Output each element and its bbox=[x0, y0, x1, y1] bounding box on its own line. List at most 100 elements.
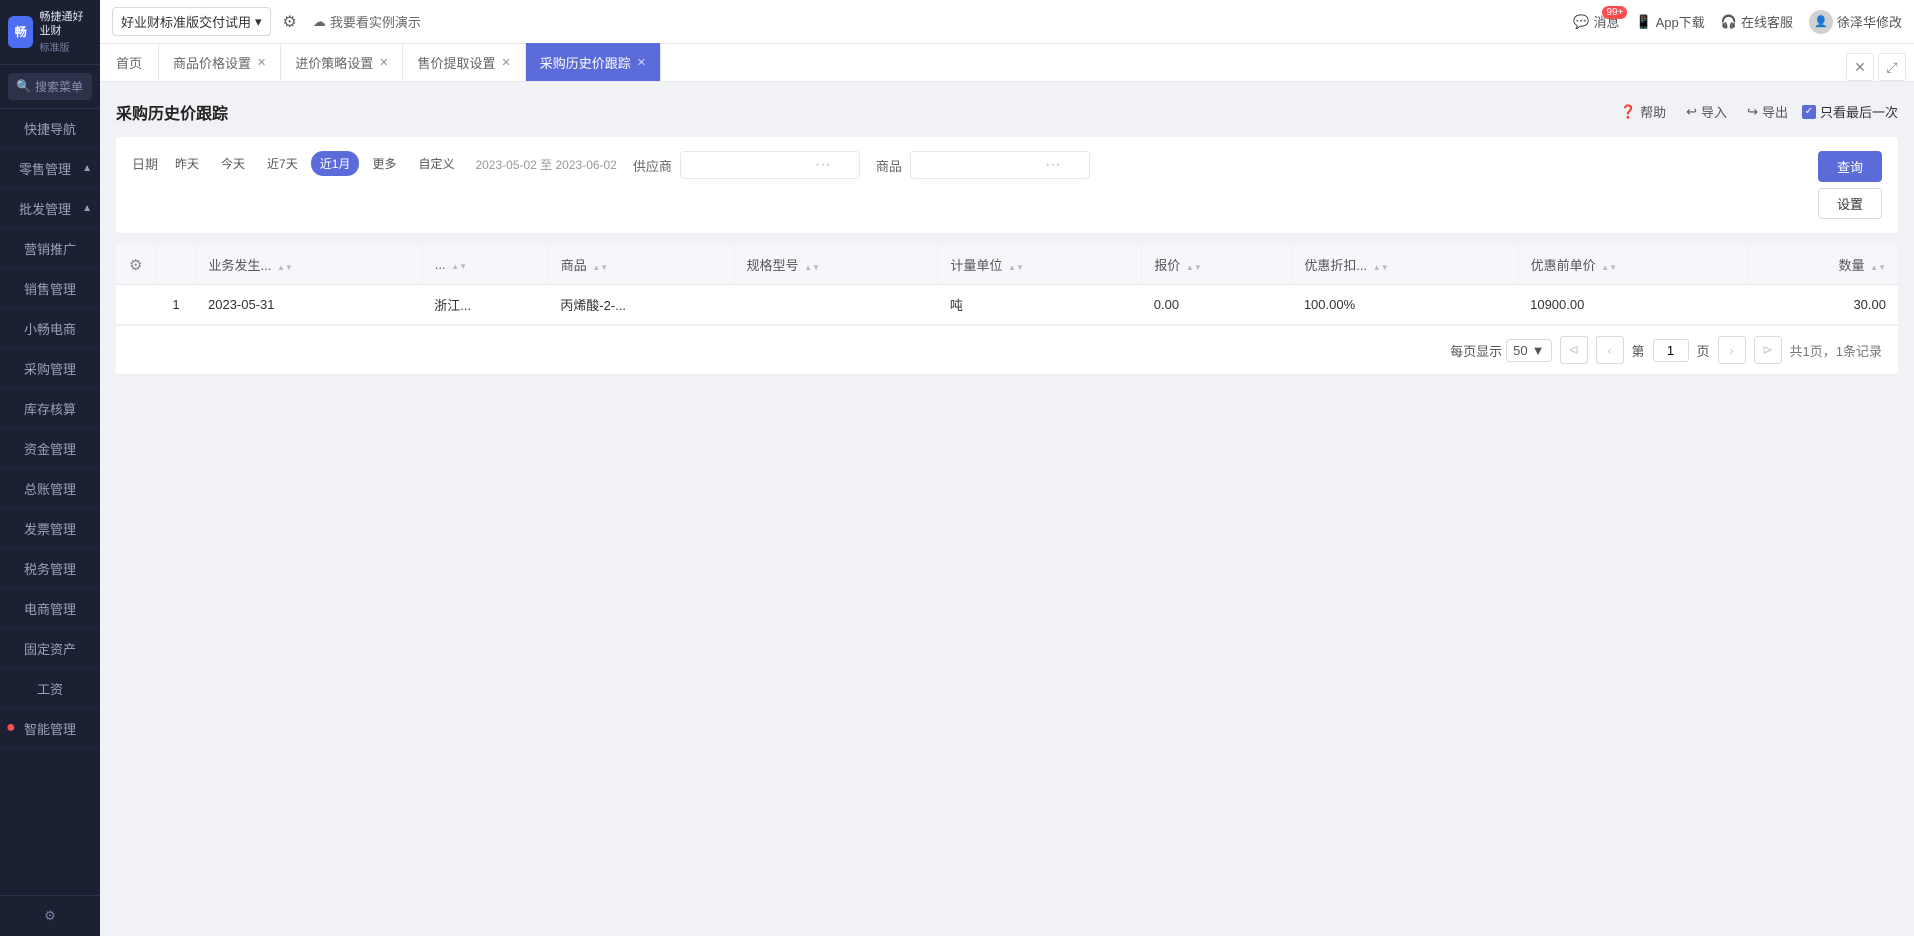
topbar-right: 💬 消息 99+ 📱 App下载 🎧 在线客服 👤 徐泽华修改 bbox=[1573, 10, 1902, 34]
tab-goods-price[interactable]: 商品价格设置 ✕ bbox=[159, 43, 281, 81]
import-icon: ↩ bbox=[1686, 104, 1697, 120]
page-actions: ❓ 帮助 ↩ 导入 ↪ 导出 ✓ 只看最后一次 bbox=[1614, 98, 1898, 125]
sidebar-item-wholesale[interactable]: 批发管理 ▲ bbox=[0, 189, 100, 229]
sidebar-item-finance[interactable]: 资金管理 bbox=[0, 429, 100, 469]
th-spec[interactable]: 规格型号 ▲▼ bbox=[734, 245, 938, 285]
filter-goods-row: 商品 ··· bbox=[876, 151, 1090, 179]
goods-dots[interactable]: ··· bbox=[1045, 156, 1061, 174]
td-unit: 吨 bbox=[938, 285, 1142, 325]
sidebar-item-marketing[interactable]: 营销推广 bbox=[0, 229, 100, 269]
demo-link[interactable]: ☁ 我要看实例演示 bbox=[313, 12, 421, 31]
table-settings-icon[interactable]: ⚙ bbox=[129, 257, 142, 274]
sidebar-item-ecom-small[interactable]: 小畅电商 bbox=[0, 309, 100, 349]
th-original-price[interactable]: 优惠前单价 ▲▼ bbox=[1518, 245, 1749, 285]
tab-close-button[interactable]: ✕ bbox=[1846, 53, 1874, 81]
tab-purchase-history-close[interactable]: ✕ bbox=[637, 56, 646, 69]
date-1month-btn[interactable]: 近1月 bbox=[311, 151, 360, 176]
import-label: 导入 bbox=[1701, 102, 1727, 121]
tab-purchase-strategy[interactable]: 进价策略设置 ✕ bbox=[281, 43, 403, 81]
sidebar-item-smart[interactable]: ● 智能管理 bbox=[0, 709, 100, 749]
tab-purchase-strategy-close[interactable]: ✕ bbox=[379, 56, 388, 69]
sort-goods-icon: ▲▼ bbox=[592, 264, 608, 272]
sidebar-item-retail[interactable]: 零售管理 ▲ bbox=[0, 149, 100, 189]
filter-setting-button[interactable]: 设置 bbox=[1818, 188, 1882, 219]
tab-sale-price[interactable]: 售价提取设置 ✕ bbox=[403, 43, 525, 81]
supplier-dots[interactable]: ··· bbox=[815, 156, 831, 174]
date-more-btn[interactable]: 更多 bbox=[363, 151, 405, 176]
sidebar-item-invoice[interactable]: 发票管理 bbox=[0, 509, 100, 549]
app-download-button[interactable]: 📱 App下载 bbox=[1635, 12, 1704, 31]
sidebar-item-ledger[interactable]: 总账管理 bbox=[0, 469, 100, 509]
th-goods[interactable]: 商品 ▲▼ bbox=[548, 245, 734, 285]
tabbar: 首页 商品价格设置 ✕ 进价策略设置 ✕ 售价提取设置 ✕ 采购历史价跟踪 ✕ … bbox=[100, 44, 1914, 82]
sidebar-item-ecom[interactable]: 电商管理 bbox=[0, 589, 100, 629]
export-button[interactable]: ↪ 导出 bbox=[1741, 98, 1794, 125]
sidebar-item-fixed-assets[interactable]: 固定资产 bbox=[0, 629, 100, 669]
td-idx: 1 bbox=[156, 285, 196, 325]
ecom-small-label: 小畅电商 bbox=[8, 319, 92, 338]
tab-home-label: 首页 bbox=[116, 53, 142, 72]
sidebar-item-payroll[interactable]: 工资 bbox=[0, 669, 100, 709]
settings-gear-icon[interactable]: ⚙ bbox=[283, 12, 297, 32]
page-number-input[interactable] bbox=[1653, 339, 1689, 362]
online-service-button[interactable]: 🎧 在线客服 bbox=[1721, 12, 1793, 31]
sidebar-search-section: 🔍 搜索菜单 bbox=[0, 65, 100, 109]
search-icon: 🔍 bbox=[16, 79, 31, 93]
per-page-label: 每页显示 bbox=[1450, 341, 1502, 360]
date-custom-btn[interactable]: 自定义 bbox=[409, 151, 463, 176]
th-settings: ⚙ bbox=[116, 245, 156, 285]
date-7days-btn[interactable]: 近7天 bbox=[258, 151, 307, 176]
date-range-text: 2023-05-02 至 2023-06-02 bbox=[475, 156, 616, 173]
per-page-arrow-icon: ▼ bbox=[1532, 343, 1545, 358]
next-page-button[interactable]: › bbox=[1718, 336, 1746, 364]
logo-text-wrap: 畅捷通好业财 标准版 bbox=[39, 10, 92, 54]
search-menu-button[interactable]: 🔍 搜索菜单 bbox=[8, 73, 92, 100]
first-page-button[interactable]: ⊲ bbox=[1560, 336, 1588, 364]
th-price[interactable]: 报价 ▲▼ bbox=[1142, 245, 1292, 285]
total-info: 共1页，1条记录 bbox=[1790, 341, 1882, 360]
th-quantity[interactable]: 数量 ▲▼ bbox=[1749, 245, 1898, 285]
sidebar-item-sales[interactable]: 销售管理 bbox=[0, 269, 100, 309]
th-date[interactable]: 业务发生... ▲▼ bbox=[196, 245, 422, 285]
prev-page-button[interactable]: ‹ bbox=[1596, 336, 1624, 364]
help-button[interactable]: ❓ 帮助 bbox=[1614, 98, 1672, 125]
sidebar-logo: 畅 畅捷通好业财 标准版 bbox=[0, 0, 100, 65]
th-unit[interactable]: 计量单位 ▲▼ bbox=[938, 245, 1142, 285]
td-goods: 丙烯酸-2-... bbox=[548, 285, 734, 325]
version-selector[interactable]: 好业财标准版交付试用 ▾ bbox=[112, 7, 271, 36]
th-more[interactable]: ... ▲▼ bbox=[422, 245, 548, 285]
tab-maximize-button[interactable]: ⤢ bbox=[1878, 53, 1906, 81]
tab-purchase-history[interactable]: 采购历史价跟踪 ✕ bbox=[526, 43, 661, 81]
goods-input[interactable]: ··· bbox=[910, 151, 1090, 179]
smart-dot: ● bbox=[6, 719, 16, 737]
tab-home[interactable]: 首页 bbox=[100, 43, 159, 81]
sidebar-item-purchase[interactable]: 采购管理 bbox=[0, 349, 100, 389]
tab-goods-price-label: 商品价格设置 bbox=[173, 53, 251, 72]
tab-sale-price-close[interactable]: ✕ bbox=[502, 56, 511, 69]
sidebar-item-quick-nav[interactable]: 快捷导航 bbox=[0, 109, 100, 149]
tab-goods-price-close[interactable]: ✕ bbox=[257, 56, 266, 69]
checkbox-icon: ✓ bbox=[1802, 105, 1816, 119]
last-page-button[interactable]: ⊳ bbox=[1754, 336, 1782, 364]
per-page-selector[interactable]: 50 ▼ bbox=[1506, 339, 1551, 362]
supplier-input[interactable]: ··· bbox=[680, 151, 860, 179]
date-yesterday-btn[interactable]: 昨天 bbox=[166, 151, 208, 176]
sidebar-item-tax[interactable]: 税务管理 bbox=[0, 549, 100, 589]
sort-spec-icon: ▲▼ bbox=[804, 264, 820, 272]
th-discount[interactable]: 优惠折扣... ▲▼ bbox=[1292, 245, 1518, 285]
table-header-row: ⚙ 业务发生... ▲▼ ... ▲▼ 商品 ▲▼ bbox=[116, 245, 1898, 285]
sidebar-gear-button[interactable]: ⚙ bbox=[0, 895, 100, 936]
query-button[interactable]: 查询 bbox=[1818, 151, 1882, 182]
only-last-checkbox[interactable]: ✓ 只看最后一次 bbox=[1802, 102, 1898, 121]
main-area: 好业财标准版交付试用 ▾ ⚙ ☁ 我要看实例演示 💬 消息 99+ 📱 App下… bbox=[100, 0, 1914, 936]
sidebar-item-inventory[interactable]: 库存核算 bbox=[0, 389, 100, 429]
user-profile-button[interactable]: 👤 徐泽华修改 bbox=[1809, 10, 1902, 34]
import-button[interactable]: ↩ 导入 bbox=[1680, 98, 1733, 125]
date-today-btn[interactable]: 今天 bbox=[212, 151, 254, 176]
finance-label: 资金管理 bbox=[8, 439, 92, 458]
wholesale-label: 批发管理 bbox=[8, 199, 82, 218]
avatar: 👤 bbox=[1809, 10, 1833, 34]
th-spec-label: 规格型号 bbox=[747, 258, 799, 273]
message-button[interactable]: 💬 消息 99+ bbox=[1573, 12, 1619, 31]
tab-sale-price-label: 售价提取设置 bbox=[417, 53, 495, 72]
